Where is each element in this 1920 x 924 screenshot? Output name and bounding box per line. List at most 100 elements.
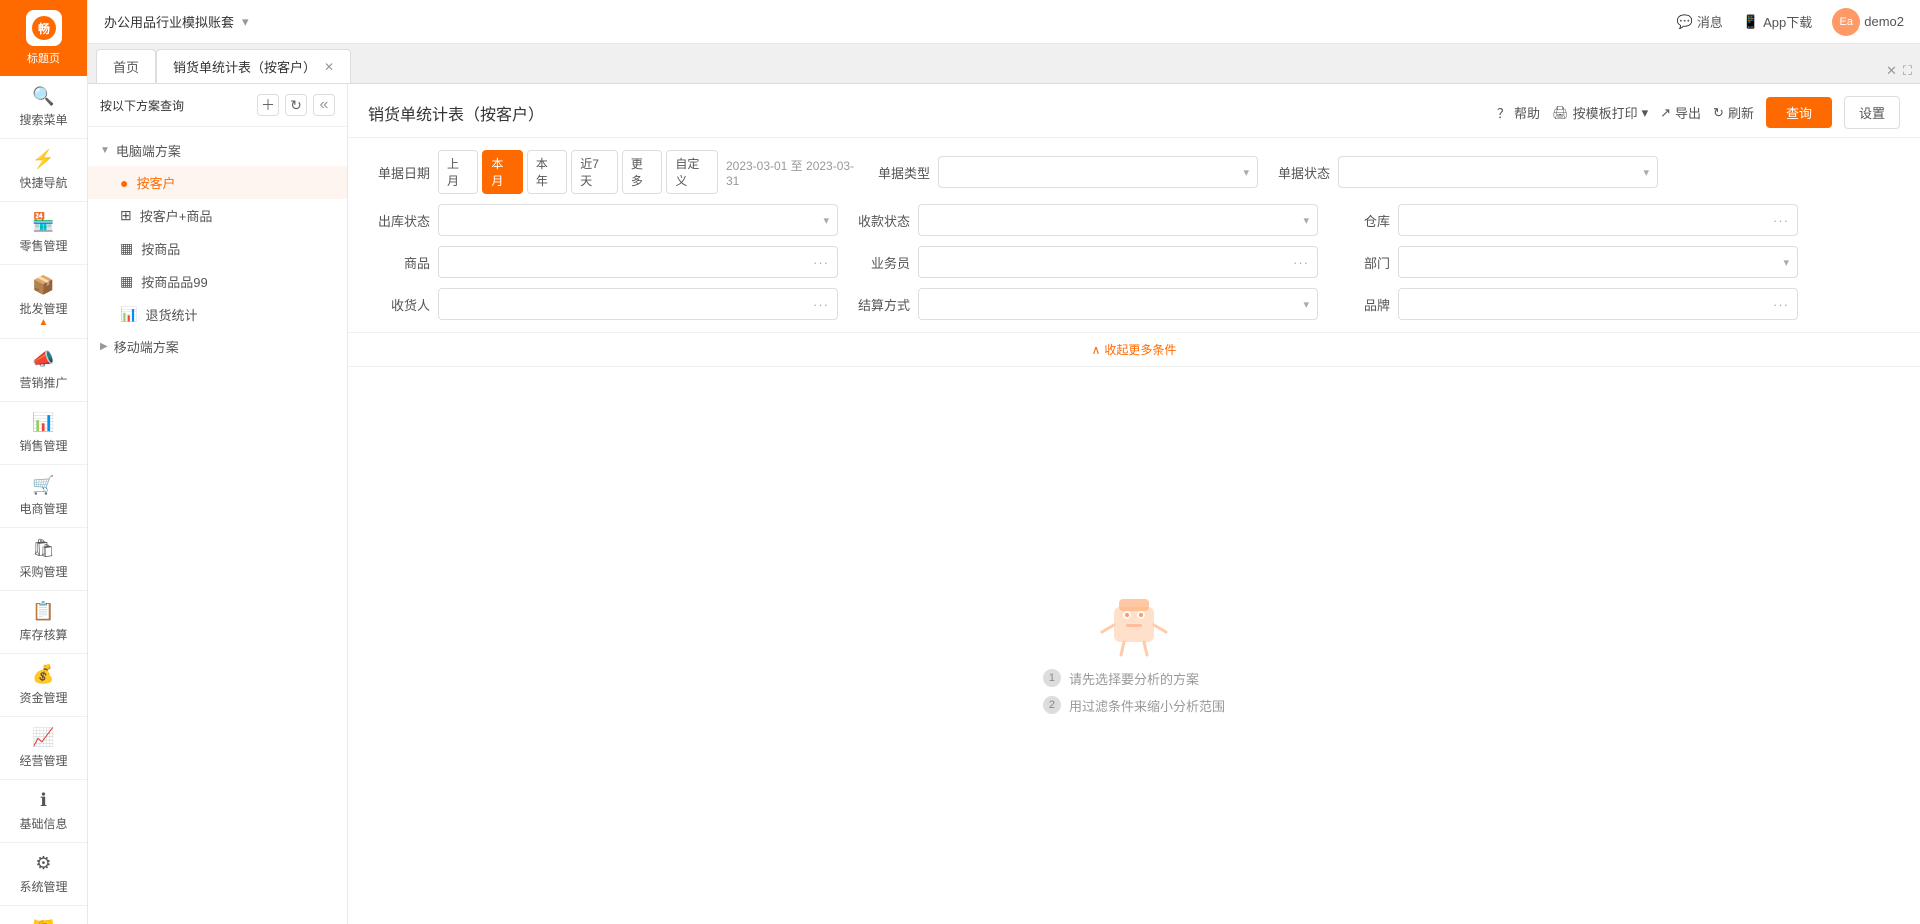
warehouse-more-icon: ···: [1773, 213, 1789, 228]
receipt-status-control[interactable]: ▾: [918, 204, 1318, 236]
sidebar-item-finance-label: 资金管理: [19, 689, 67, 706]
tree-item-return-stat[interactable]: 📊 退货统计: [88, 298, 347, 331]
svg-text:畅: 畅: [37, 21, 49, 36]
basics-icon: ℹ: [40, 790, 47, 811]
collapse-bar[interactable]: ∧ 收起更多条件: [348, 333, 1920, 367]
sidebar-item-quick-nav[interactable]: ⚡ 快捷导航: [0, 139, 88, 202]
quick-nav-icon: ⚡: [32, 149, 54, 170]
user-info[interactable]: Ea demo2: [1832, 8, 1904, 36]
date-btn-this-month[interactable]: 本月: [482, 150, 522, 194]
sidebar-item-operations[interactable]: 📈 经营管理: [0, 717, 88, 780]
settings-button[interactable]: 设置: [1844, 96, 1900, 129]
brand-more-icon: ···: [1773, 297, 1789, 312]
left-panel-header: 按以下方案查询 ＋ ↻ «: [88, 84, 347, 127]
query-button[interactable]: 查询: [1766, 97, 1832, 128]
sidebar-item-inventory[interactable]: 📋 库存核算: [0, 591, 88, 654]
sales-icon: 📊: [32, 412, 54, 433]
filter-row-1: 单据日期 上月 本月 本年 近7天 更多 自定义 2023-03-01 至 20…: [368, 150, 1900, 194]
recipient-more-icon: ···: [813, 297, 829, 312]
collapse-bar-content: ∧ 收起更多条件: [1092, 341, 1177, 358]
date-btn-last-month[interactable]: 上月: [438, 150, 478, 194]
salesperson-control[interactable]: ···: [918, 246, 1318, 278]
tree-item-by-product[interactable]: ▦ 按商品: [88, 232, 347, 265]
finance-icon: 💰: [32, 664, 54, 685]
goods-control[interactable]: ···: [438, 246, 838, 278]
tree-item-by-customer-product[interactable]: ⊞ 按客户+商品: [88, 199, 347, 232]
inventory-icon: 📋: [32, 601, 54, 622]
sidebar-item-operations-label: 经营管理: [19, 752, 67, 769]
date-btn-more[interactable]: 更多: [622, 150, 662, 194]
sidebar-item-search[interactable]: 🔍 搜索菜单: [0, 76, 88, 139]
date-btn-7days[interactable]: 近7天: [571, 150, 618, 194]
message-btn[interactable]: 💬 消息: [1677, 12, 1723, 31]
mobile-arrow-icon: ▶: [100, 341, 108, 352]
sidebar-item-system[interactable]: ⚙ 系统管理: [0, 843, 88, 906]
page-actions: ？ 帮助 🖨 按模板打印 ▾ ↗ 导出 ↻ 刷新: [1497, 96, 1900, 129]
out-status-control[interactable]: ▾: [438, 204, 838, 236]
sidebar-item-inventory-label: 库存核算: [19, 626, 67, 643]
warehouse-control[interactable]: ···: [1398, 204, 1798, 236]
refresh-label: 刷新: [1728, 103, 1754, 122]
department-control[interactable]: ▾: [1398, 246, 1798, 278]
message-label: 消息: [1697, 12, 1723, 31]
desktop-section-header[interactable]: ▼ 电脑端方案: [88, 135, 347, 166]
doc-type-control[interactable]: ▾: [938, 156, 1258, 188]
scheme-tree: ▼ 电脑端方案 ● 按客户 ⊞ 按客户+商品 ▦ 按商品: [88, 127, 347, 924]
mobile-section-header[interactable]: ▶ 移动端方案: [88, 331, 347, 362]
department-label: 部门: [1318, 253, 1398, 272]
left-panel-actions: ＋ ↻ «: [257, 94, 335, 116]
print-btn[interactable]: 🖨 按模板打印 ▾: [1552, 103, 1648, 122]
section-arrow-icon: ▼: [100, 145, 110, 156]
warehouse-label: 仓库: [1318, 211, 1398, 230]
settlement-control[interactable]: ▾: [918, 288, 1318, 320]
message-icon: 💬: [1677, 14, 1693, 30]
desktop-section-label: 电脑端方案: [116, 141, 181, 160]
empty-tips: 1 请先选择要分析的方案 2 用过滤条件来缩小分析范围: [1043, 669, 1225, 715]
filter-area: 单据日期 上月 本月 本年 近7天 更多 自定义 2023-03-01 至 20…: [348, 138, 1920, 333]
wholesale-icon: 📦: [32, 275, 54, 296]
department-chevron-icon: ▾: [1783, 256, 1789, 269]
topbar-dropdown-icon[interactable]: ▾: [242, 14, 249, 30]
sidebar-item-finance[interactable]: 💰 资金管理: [0, 654, 88, 717]
sidebar-item-wholesale[interactable]: 📦 批发管理 ▲: [0, 265, 88, 339]
sidebar-item-sales[interactable]: 📊 销售管理: [0, 402, 88, 465]
date-btn-this-year[interactable]: 本年: [527, 150, 567, 194]
operations-icon: 📈: [32, 727, 54, 748]
close-window-icon[interactable]: ✕: [1886, 63, 1897, 79]
sidebar-item-ecommerce[interactable]: 🛒 电商管理: [0, 465, 88, 528]
app-download-btn[interactable]: 📱 App下载: [1743, 12, 1812, 31]
refresh-btn[interactable]: ↻ 刷新: [1713, 103, 1754, 122]
brand-label: 品牌: [1318, 295, 1398, 314]
by-customer-product-icon: ⊞: [120, 207, 132, 224]
empty-state: 1 请先选择要分析的方案 2 用过滤条件来缩小分析范围: [348, 367, 1920, 924]
mobile-section: ▶ 移动端方案: [88, 331, 347, 362]
tab-home[interactable]: 首页: [96, 49, 156, 83]
doc-status-control[interactable]: ▾: [1338, 156, 1658, 188]
add-scheme-btn[interactable]: ＋: [257, 94, 279, 116]
sidebar-item-purchase[interactable]: 🛍 采购管理: [0, 528, 88, 591]
tree-item-by-customer[interactable]: ● 按客户: [88, 166, 347, 199]
recipient-control[interactable]: ···: [438, 288, 838, 320]
help-btn[interactable]: ？ 帮助: [1497, 103, 1540, 122]
sidebar-item-basics[interactable]: ℹ 基础信息: [0, 780, 88, 843]
brand-control[interactable]: ···: [1398, 288, 1798, 320]
tab-sales-stat[interactable]: 销货单统计表（按客户） ✕: [156, 49, 351, 83]
collapse-panel-btn[interactable]: «: [313, 94, 335, 116]
sidebar-item-enterprise[interactable]: 🤝 企业协同: [0, 906, 88, 924]
sidebar-item-purchase-label: 采购管理: [19, 563, 67, 580]
date-btn-custom[interactable]: 自定义: [666, 150, 718, 194]
username: demo2: [1864, 14, 1904, 29]
doc-status-chevron-icon: ▾: [1643, 166, 1649, 179]
topbar: 办公用品行业模拟账套 ▾ 💬 消息 📱 App下载 Ea demo2: [88, 0, 1920, 44]
mobile-section-label: 移动端方案: [114, 337, 179, 356]
refresh-scheme-btn[interactable]: ↻: [285, 94, 307, 116]
sidebar-item-retail[interactable]: 🏪 零售管理: [0, 202, 88, 265]
topbar-title: 办公用品行业模拟账套: [104, 12, 234, 31]
tab-close-icon[interactable]: ✕: [324, 60, 334, 74]
tree-item-by-product-99[interactable]: ▦ 按商品品99: [88, 265, 347, 298]
tree-item-by-product-label: 按商品: [141, 239, 180, 258]
maximize-icon[interactable]: ⛶: [1903, 63, 1912, 79]
avatar: Ea: [1832, 8, 1860, 36]
export-btn[interactable]: ↗ 导出: [1660, 103, 1701, 122]
sidebar-item-marketing[interactable]: 📣 营销推广: [0, 339, 88, 402]
